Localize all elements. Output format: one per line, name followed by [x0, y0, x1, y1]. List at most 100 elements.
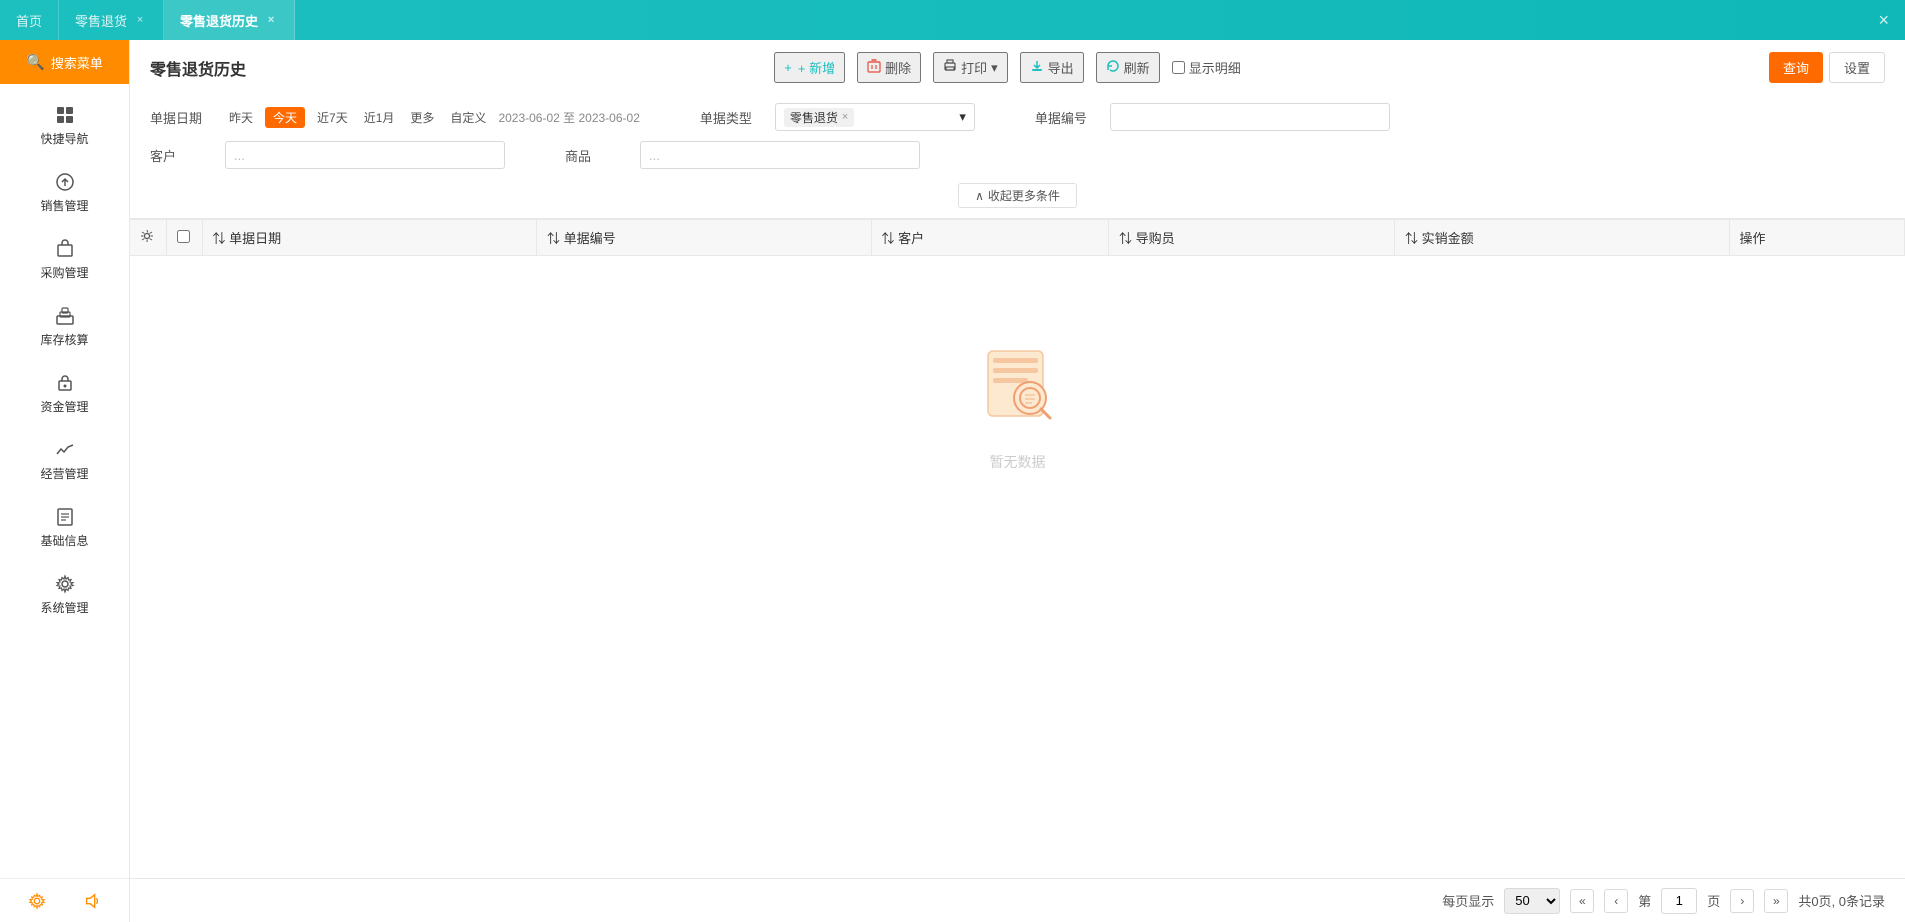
filter-row-1: 单据日期 昨天 今天 近7天 近1月 更多 自定义 2023-06-02 至 2… [150, 103, 1885, 131]
topbar: + 新增 首页 零售退货 × 零售退货历史 × × [0, 0, 1905, 40]
last-page-button[interactable]: » [1764, 889, 1788, 913]
sidebar-item-operations[interactable]: 经营管理 [0, 427, 129, 494]
window-close-button[interactable]: × [1862, 10, 1905, 31]
sidebar-item-sales[interactable]: 销售管理 [0, 159, 129, 226]
display-detail-input[interactable] [1172, 61, 1185, 74]
th-checkbox[interactable] [166, 220, 202, 256]
customer-input[interactable]: ... [225, 141, 505, 169]
date-btn-custom[interactable]: 自定义 [446, 107, 490, 128]
sidebar-search-label: 搜索菜单 [51, 53, 103, 72]
sidebar-items: 快捷导航 销售管理 采购管理 库存核算 [0, 84, 129, 878]
sales-icon [54, 171, 76, 193]
sidebar-item-label: 库存核算 [40, 331, 88, 348]
print-icon [943, 59, 957, 76]
finance-icon [54, 372, 76, 394]
settings-button[interactable]: 设置 [1829, 52, 1885, 83]
tab-home[interactable]: + 新增 首页 [0, 0, 59, 40]
first-page-button[interactable]: « [1570, 889, 1594, 913]
system-icon [54, 573, 76, 595]
sidebar-item-label: 经营管理 [40, 465, 88, 482]
sidebar-item-basic-info[interactable]: 基础信息 [0, 494, 129, 561]
table-wrap: ⇅ 单据日期 ⇅ 单据编号 ⇅ 客户 ⇅ 导购员 ⇅ 实销金额 [130, 219, 1905, 878]
main-layout: 🔍 搜索菜单 快捷导航 销售管理 采购管理 [0, 40, 1905, 922]
sidebar-audio-btn[interactable] [77, 886, 107, 916]
export-button[interactable]: 导出 [1020, 52, 1084, 83]
page-label: 第 [1638, 891, 1651, 910]
page-label-suffix: 页 [1707, 891, 1720, 910]
sidebar-item-label: 快捷导航 [40, 130, 88, 147]
th-voucher-date[interactable]: ⇅ 单据日期 [202, 220, 537, 256]
select-all-checkbox[interactable] [177, 230, 190, 243]
page-title: 零售退货历史 [150, 56, 246, 80]
page-title-row: 零售退货历史 + + 新增 删除 [150, 52, 1885, 83]
sidebar-item-label: 基础信息 [40, 532, 88, 549]
collapse-button[interactable]: ∧ 收起更多条件 [958, 183, 1077, 208]
sidebar-item-label: 销售管理 [40, 197, 88, 214]
content: 零售退货历史 + + 新增 删除 [130, 40, 1905, 922]
refresh-icon [1106, 59, 1120, 76]
search-icon: 🔍 [26, 53, 45, 71]
data-table: ⇅ 单据日期 ⇅ 单据编号 ⇅ 客户 ⇅ 导购员 ⇅ 实销金额 [130, 220, 1905, 256]
sidebar-item-finance[interactable]: 资金管理 [0, 360, 129, 427]
empty-state: 暂无数据 [130, 256, 1905, 552]
query-button[interactable]: 查询 [1769, 52, 1823, 83]
next-page-button[interactable]: › [1730, 889, 1754, 913]
goods-input[interactable]: ... [640, 141, 920, 169]
total-info: 共0页, 0条记录 [1798, 891, 1885, 910]
delete-button[interactable]: 删除 [857, 52, 921, 83]
empty-text: 暂无数据 [990, 452, 1046, 472]
export-icon [1030, 59, 1044, 76]
current-page-input[interactable] [1661, 888, 1697, 914]
basic-info-icon [54, 506, 76, 528]
th-voucher-no[interactable]: ⇅ 单据编号 [537, 220, 872, 256]
tab-retail-return-history-close[interactable]: × [264, 13, 278, 27]
date-filter-label: 单据日期 [150, 108, 205, 127]
sidebar-item-label: 资金管理 [40, 398, 88, 415]
customer-placeholder: ... [234, 148, 245, 163]
th-settings[interactable] [130, 220, 166, 256]
table-header-row: ⇅ 单据日期 ⇅ 单据编号 ⇅ 客户 ⇅ 导购员 ⇅ 实销金额 [130, 220, 1905, 256]
collapse-row: ∧ 收起更多条件 [150, 179, 1885, 218]
query-buttons: 查询 设置 [1769, 52, 1885, 83]
date-range-text: 2023-06-02 至 2023-06-02 [498, 109, 639, 126]
sidebar-item-system[interactable]: 系统管理 [0, 561, 129, 628]
tab-retail-return[interactable]: 零售退货 × [59, 0, 164, 40]
add-button[interactable]: + + 新增 [774, 52, 845, 83]
voucher-type-select[interactable]: 零售退货 × ▾ [775, 103, 975, 131]
purchase-icon [54, 238, 76, 260]
display-detail-checkbox[interactable]: 显示明细 [1172, 58, 1241, 77]
sidebar: 🔍 搜索菜单 快捷导航 销售管理 采购管理 [0, 40, 130, 922]
date-btn-yesterday[interactable]: 昨天 [225, 107, 257, 128]
sidebar-item-inventory[interactable]: 库存核算 [0, 293, 129, 360]
quick-nav-icon [54, 104, 76, 126]
sidebar-settings-btn[interactable] [22, 886, 52, 916]
th-customer[interactable]: ⇅ 客户 [871, 220, 1108, 256]
voucher-type-label: 单据类型 [700, 108, 755, 127]
prev-page-button[interactable]: ‹ [1604, 889, 1628, 913]
voucher-type-tag-close[interactable]: × [842, 111, 848, 123]
tab-retail-return-history[interactable]: 零售退货历史 × [164, 0, 295, 40]
print-button[interactable]: 打印 ▾ [933, 52, 1008, 83]
voucher-type-tag: 零售退货 × [784, 108, 854, 127]
filter-row-2: 客户 ... 商品 ... [150, 141, 1885, 169]
voucher-no-input[interactable] [1110, 103, 1390, 131]
date-btn-1month[interactable]: 近1月 [360, 107, 399, 128]
th-amount[interactable]: ⇅ 实销金额 [1395, 220, 1730, 256]
refresh-button[interactable]: 刷新 [1096, 52, 1160, 83]
goods-placeholder: ... [649, 148, 660, 163]
filter-area: 单据日期 昨天 今天 近7天 近1月 更多 自定义 2023-06-02 至 2… [150, 93, 1885, 218]
page-size-label: 每页显示 [1442, 891, 1494, 910]
th-action: 操作 [1729, 220, 1904, 256]
print-dropdown-icon: ▾ [991, 60, 998, 76]
voucher-type-dropdown-icon: ▾ [959, 109, 966, 125]
date-btn-today[interactable]: 今天 [265, 107, 305, 128]
sidebar-item-quick-nav[interactable]: 快捷导航 [0, 92, 129, 159]
page-size-select[interactable]: 10 20 50 100 [1504, 888, 1560, 914]
date-btn-7days[interactable]: 近7天 [313, 107, 352, 128]
date-btn-more[interactable]: 更多 [406, 107, 438, 128]
th-guide[interactable]: ⇅ 导购员 [1109, 220, 1395, 256]
sidebar-item-purchase[interactable]: 采购管理 [0, 226, 129, 293]
sidebar-search[interactable]: 🔍 搜索菜单 [0, 40, 129, 84]
toolbar: + + 新增 删除 打印 ▾ [774, 52, 1240, 83]
tab-retail-return-close[interactable]: × [133, 13, 147, 27]
